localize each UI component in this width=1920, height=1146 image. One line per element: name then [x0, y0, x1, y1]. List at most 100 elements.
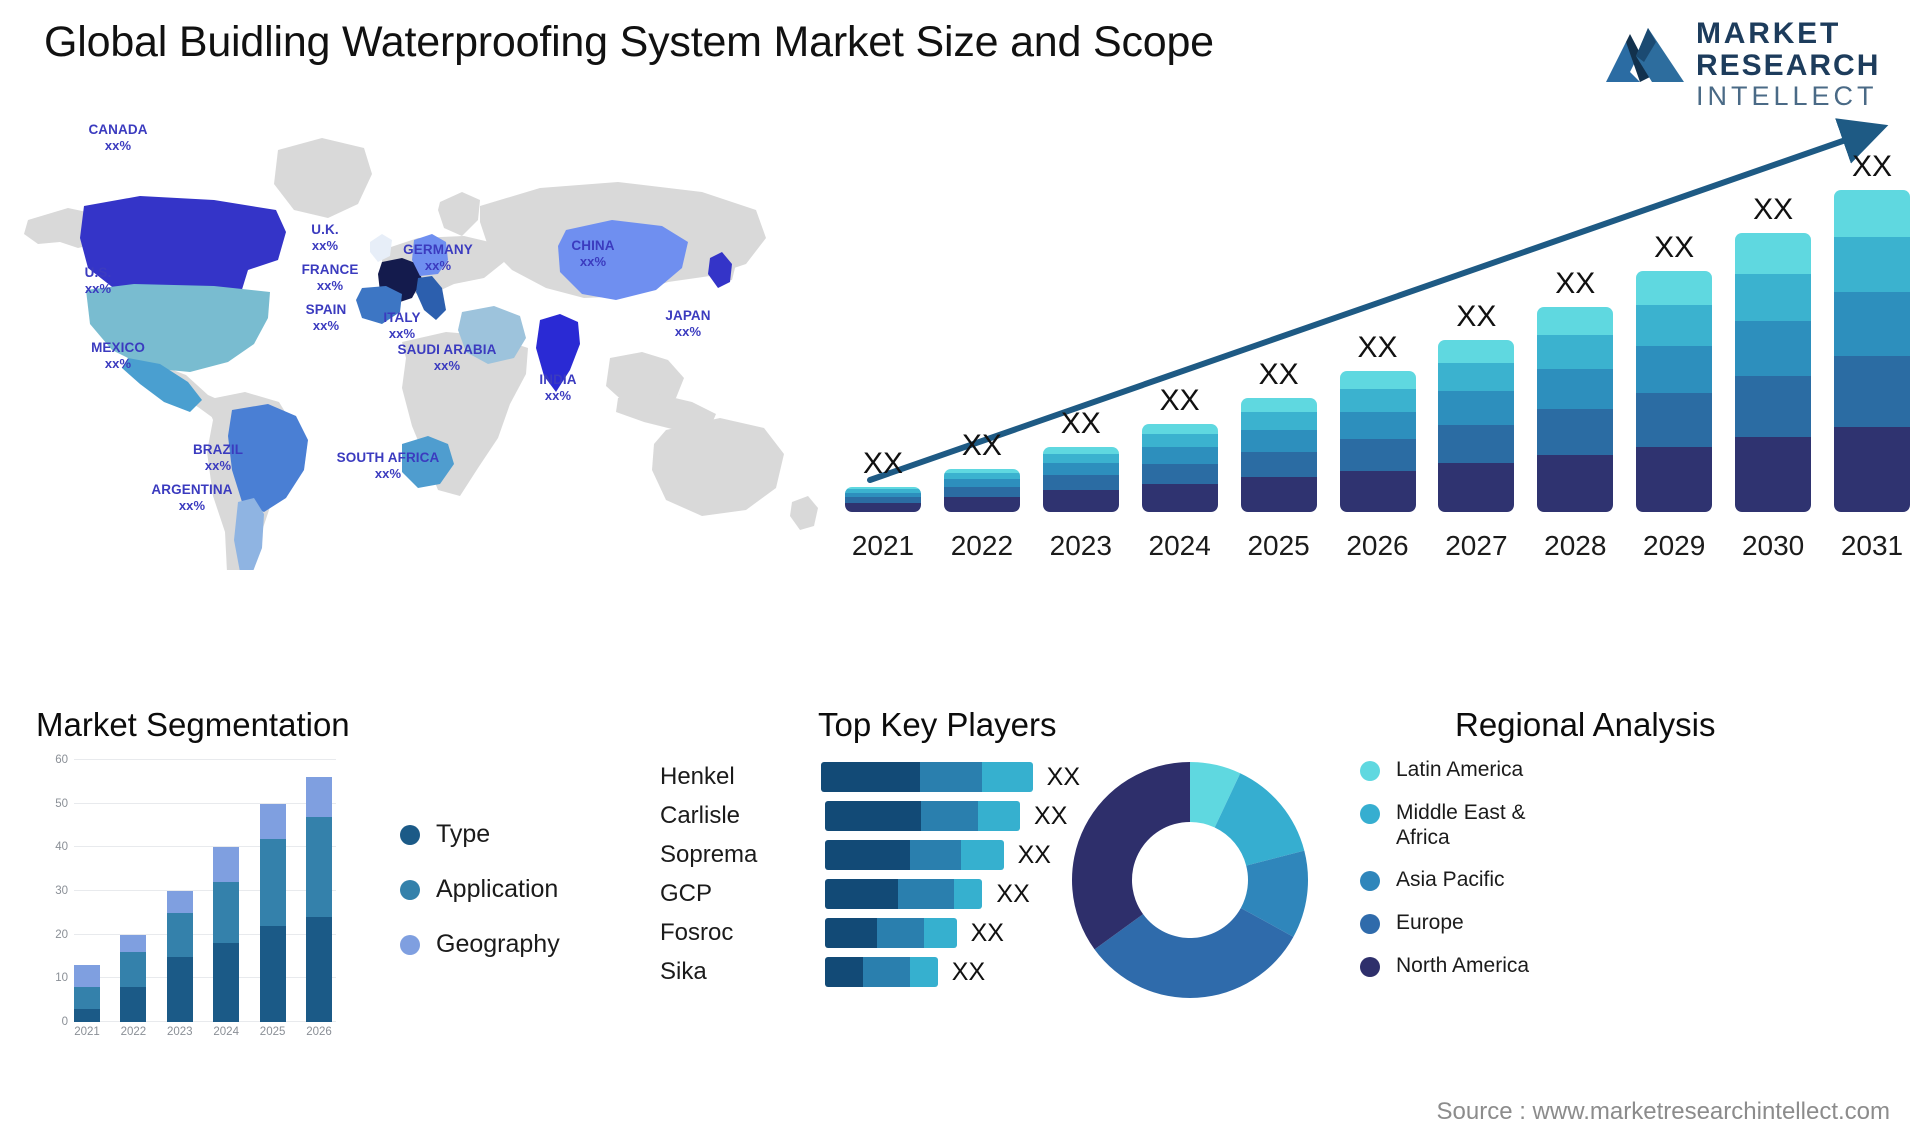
forecast-bar-value-label: XX	[1555, 266, 1596, 300]
segmentation-x-label: 2023	[167, 1026, 193, 1038]
map-label-name: INDIA	[539, 372, 577, 387]
market-segmentation-chart: 0 10 20 30 40 50 60 2021 2022 2023 2024 2025 2026	[36, 754, 336, 1050]
forecast-bar-segment	[1537, 454, 1614, 512]
forecast-year-label: 2022	[950, 530, 1014, 561]
forecast-bar-segment	[1339, 389, 1416, 412]
forecast-bar-column: XX	[1042, 407, 1119, 512]
player-bar	[825, 957, 938, 987]
forecast-bar-segment	[1339, 411, 1416, 440]
forecast-bar-segment	[1438, 340, 1515, 364]
top-key-players-chart: Henkel XX Carlisle XX Soprema XX GCP XX Fosroc XX…	[640, 760, 1080, 1060]
forecast-bar-segment	[1141, 463, 1218, 484]
regional-legend-item[interactable]: Asia Pacific	[1360, 868, 1576, 893]
forecast-bar-segment	[1636, 270, 1713, 305]
legend-swatch-icon	[1360, 761, 1380, 781]
segmentation-y-tick: 30	[55, 885, 68, 897]
forecast-bar-column: XX	[845, 447, 921, 512]
forecast-bar-segment	[1537, 369, 1614, 410]
segmentation-bar-segment	[213, 847, 240, 883]
segmentation-bar	[120, 934, 147, 1022]
forecast-bar-value-label: XX	[1654, 230, 1695, 264]
legend-swatch-icon	[1360, 956, 1380, 977]
map-label-value: xx%	[544, 387, 572, 403]
segmentation-legend-item[interactable]: Type	[400, 820, 560, 849]
player-bar-segment	[920, 762, 983, 792]
player-name: Carlisle	[660, 802, 741, 829]
player-bar-segment	[862, 957, 910, 987]
forecast-bar-column: XX	[1735, 193, 1812, 512]
segmentation-bar	[213, 847, 240, 1022]
player-name: Henkel	[660, 763, 735, 790]
forecast-bar	[1438, 340, 1515, 512]
forecast-bar-value-label: XX	[961, 428, 1002, 462]
map-label-name: BRAZIL	[192, 442, 244, 457]
segmentation-legend-label: Application	[436, 875, 559, 903]
forecast-bar	[943, 468, 1020, 512]
player-value-label: XX	[1017, 840, 1051, 869]
regional-legend-item[interactable]: North America	[1360, 954, 1576, 979]
forecast-bar-segment	[1438, 363, 1515, 392]
map-label-value: xx%	[312, 317, 340, 333]
forecast-bar-segment	[1735, 437, 1812, 512]
page-title: Global Buidling Waterproofing System Mar…	[44, 18, 1214, 66]
map-label-mexico: MEXICO xx%	[91, 340, 145, 371]
forecast-bar-segment	[1537, 409, 1614, 455]
map-label-china: CHINA xx%	[571, 238, 614, 269]
map-label-value: xx%	[311, 237, 339, 253]
regional-legend-item[interactable]: Latin America	[1360, 758, 1576, 783]
map-label-name: CHINA	[571, 238, 615, 253]
map-label-name: MEXICO	[91, 340, 145, 355]
segmentation-x-label: 2021	[74, 1026, 100, 1038]
regional-legend-item[interactable]: Middle East & Africa	[1360, 801, 1576, 851]
player-bar-segment	[876, 918, 924, 948]
player-bar-segment	[825, 918, 877, 948]
forecast-bar-segment	[1636, 446, 1713, 512]
map-label-u-k: U.K. xx%	[311, 222, 338, 253]
forecast-bar-segment	[1735, 233, 1812, 274]
forecast-bar-value-label: XX	[1060, 407, 1101, 441]
player-bar	[821, 762, 1033, 792]
forecast-bar-segment	[943, 478, 1020, 487]
map-label-value: xx%	[84, 280, 112, 296]
regional-donut-slice	[1072, 762, 1190, 950]
segmentation-bar-segment	[306, 917, 332, 1022]
legend-swatch-icon	[1360, 803, 1380, 824]
player-bar-segment	[825, 801, 922, 831]
forecast-year-label: 2031	[1840, 530, 1904, 561]
player-row: Soprema XX	[640, 838, 1080, 872]
segmentation-bar-segment	[259, 838, 286, 926]
forecast-year-label: 2028	[1544, 530, 1607, 561]
forecast-year-label: 2023	[1049, 530, 1112, 561]
forecast-bars: XX XX XX XX XX XX XX XX XX XX XX	[840, 150, 1915, 512]
segmentation-y-tick: 40	[55, 841, 68, 854]
forecast-bar-column: XX	[943, 429, 1020, 512]
map-label-saudi-arabia: SAUDI ARABIA xx%	[398, 342, 497, 373]
regional-legend-label: North America	[1396, 953, 1530, 977]
forecast-bar-value-label: XX	[1753, 193, 1794, 227]
forecast-bar-segment	[1636, 345, 1713, 394]
player-row: GCP XX	[640, 877, 1080, 911]
segmentation-y-tick: 60	[55, 754, 68, 766]
forecast-year-label: 2027	[1445, 530, 1508, 561]
map-label-name: JAPAN	[665, 308, 711, 323]
forecast-year-label: 2026	[1346, 530, 1409, 561]
forecast-bar-segment	[1735, 273, 1812, 321]
player-row: Sika XX	[640, 955, 1080, 989]
map-label-name: SAUDI ARABIA	[397, 342, 497, 357]
logo-line-market: MARKET	[1696, 17, 1842, 50]
regional-legend-label: Europe	[1396, 911, 1464, 935]
segmentation-bar-segment	[306, 816, 332, 918]
forecast-bar-segment	[1141, 423, 1218, 434]
segmentation-legend-label: Geography	[436, 930, 560, 958]
forecast-year-label: 2029	[1643, 530, 1706, 561]
forecast-bar-segment	[1141, 447, 1218, 464]
segmentation-bar-segment	[213, 943, 240, 1022]
segmentation-bar-segment	[166, 912, 193, 957]
forecast-bar-segment	[1537, 306, 1614, 335]
map-label-value: xx%	[388, 325, 416, 341]
segmentation-legend-item[interactable]: Geography	[400, 930, 560, 959]
regional-legend-item[interactable]: Europe	[1360, 911, 1576, 936]
forecast-bar-segment	[1834, 426, 1910, 512]
segmentation-legend-item[interactable]: Application	[400, 875, 560, 904]
map-label-value: xx%	[316, 277, 344, 293]
